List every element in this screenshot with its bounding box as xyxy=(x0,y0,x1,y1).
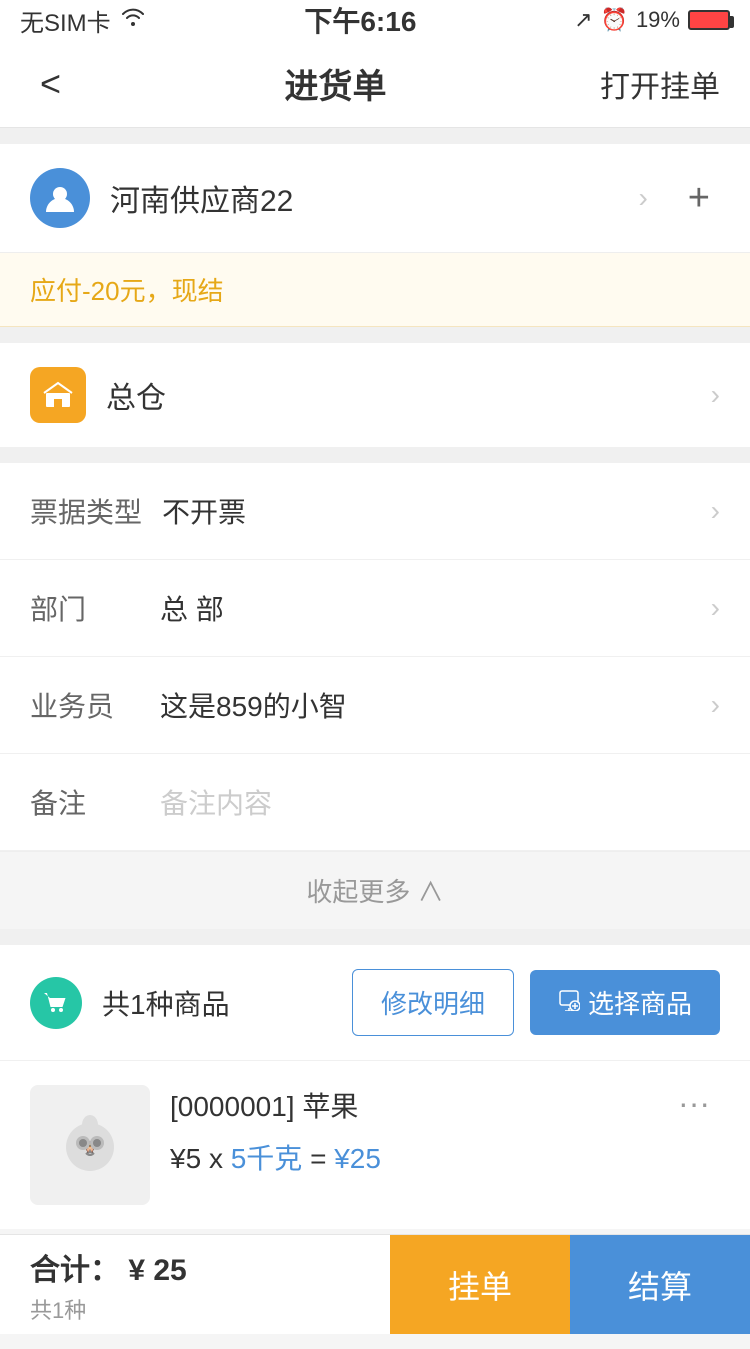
warehouse-row[interactable]: 总仓 › xyxy=(0,343,750,447)
supplier-row[interactable]: 河南供应商22 › + xyxy=(0,144,750,253)
hang-label: 挂单 xyxy=(448,1262,512,1308)
product-thumbnail: 🦉 xyxy=(30,1085,150,1205)
warehouse-arrow-icon: › xyxy=(711,379,720,411)
nav-bar: < 进货单 打开挂单 xyxy=(0,40,750,128)
battery-icon xyxy=(688,10,730,30)
remark-label: 备注 xyxy=(30,782,140,822)
section-gap-1 xyxy=(0,128,750,144)
add-supplier-button[interactable]: + xyxy=(678,177,720,220)
select-product-icon xyxy=(558,987,580,1018)
product-item: 🦉 [0000001] 苹果 ¥5 x 5千克 = ¥25 xyxy=(0,1060,750,1229)
staff-label: 业务员 xyxy=(30,685,140,725)
supplier-arrow-icon: › xyxy=(638,182,647,214)
staff-value: 这是859的小智 xyxy=(160,685,711,725)
supplier-notice: 应付-20元，现结 xyxy=(0,253,750,327)
select-product-button[interactable]: 选择商品 xyxy=(530,970,720,1035)
status-time: 下午6:16 xyxy=(304,0,416,40)
section-gap-4 xyxy=(0,929,750,945)
product-title: 苹果 xyxy=(302,1091,358,1122)
hang-button[interactable]: 挂单 xyxy=(390,1235,570,1334)
remark-input[interactable]: 备注内容 xyxy=(160,782,720,822)
product-info: [0000001] 苹果 ¥5 x 5千克 = ¥25 xyxy=(170,1085,668,1177)
dept-value: 总 部 xyxy=(160,588,711,628)
unit-price: ¥5 xyxy=(170,1143,201,1174)
product-more-button[interactable]: ··· xyxy=(668,1085,720,1122)
cart-icon xyxy=(30,977,82,1029)
product-code: [0000001] xyxy=(170,1091,295,1122)
page-title: 进货单 xyxy=(285,59,387,108)
warehouse-name: 总仓 xyxy=(106,373,711,417)
product-name: [0000001] 苹果 xyxy=(170,1085,668,1125)
signal-text: 无SIM卡 xyxy=(20,3,111,38)
invoice-arrow-icon: › xyxy=(711,495,720,527)
remark-row[interactable]: 备注 备注内容 xyxy=(0,754,750,851)
wifi-icon xyxy=(119,6,147,34)
invoice-row[interactable]: 票据类型 不开票 › xyxy=(0,463,750,560)
section-gap-2 xyxy=(0,327,750,343)
staff-arrow-icon: › xyxy=(711,689,720,721)
status-left: 无SIM卡 xyxy=(20,3,147,38)
invoice-value: 不开票 xyxy=(162,491,711,531)
alarm-icon: ⏰ xyxy=(601,7,628,33)
total-section: 合计： ¥ 25 共1种 xyxy=(0,1235,390,1334)
form-section: 票据类型 不开票 › 部门 总 部 › 业务员 这是859的小智 › 备注 备注… xyxy=(0,463,750,929)
product-section: 共1种商品 修改明细 选择商品 🦉 xyxy=(0,945,750,1229)
collapse-button[interactable]: 收起更多 ∧ xyxy=(0,851,750,929)
supplier-avatar xyxy=(30,168,90,228)
product-count-label: 共1种商品 xyxy=(102,983,352,1023)
dept-row[interactable]: 部门 总 部 › xyxy=(0,560,750,657)
dept-label: 部门 xyxy=(30,588,140,628)
warehouse-icon xyxy=(30,367,86,423)
supplier-name: 河南供应商22 xyxy=(110,176,638,220)
dept-arrow-icon: › xyxy=(711,592,720,624)
status-right: ↗ ⏰ 19% xyxy=(574,7,730,33)
total-value: ¥ 25 xyxy=(128,1254,186,1287)
total-count: 共1种 xyxy=(30,1293,360,1325)
total-amount: 合计： ¥ 25 xyxy=(30,1245,360,1289)
select-product-label: 选择商品 xyxy=(588,984,692,1021)
total-label: 合计： xyxy=(30,1254,120,1287)
checkout-label: 结算 xyxy=(628,1262,692,1308)
invoice-label: 票据类型 xyxy=(30,491,142,531)
total-price: ¥25 xyxy=(334,1143,381,1174)
open-pending-button[interactable]: 打开挂单 xyxy=(600,62,720,106)
status-bar: 无SIM卡 下午6:16 ↗ ⏰ 19% xyxy=(0,0,750,40)
product-header: 共1种商品 修改明细 选择商品 xyxy=(0,945,750,1060)
warehouse-section: 总仓 › xyxy=(0,343,750,447)
location-icon: ↗ xyxy=(574,7,592,33)
edit-detail-button[interactable]: 修改明细 xyxy=(352,969,514,1036)
section-gap-3 xyxy=(0,447,750,463)
collapse-label: 收起更多 ∧ xyxy=(306,872,443,909)
battery-percent: 19% xyxy=(636,7,680,33)
supplier-section: 河南供应商22 › + 应付-20元，现结 xyxy=(0,144,750,327)
checkout-button[interactable]: 结算 xyxy=(570,1235,750,1334)
back-button[interactable]: < xyxy=(30,53,71,115)
product-price: ¥5 x 5千克 = ¥25 xyxy=(170,1137,668,1177)
quantity: 5千克 xyxy=(231,1143,303,1174)
staff-row[interactable]: 业务员 这是859的小智 › xyxy=(0,657,750,754)
bottom-bar: 合计： ¥ 25 共1种 挂单 结算 xyxy=(0,1234,750,1334)
